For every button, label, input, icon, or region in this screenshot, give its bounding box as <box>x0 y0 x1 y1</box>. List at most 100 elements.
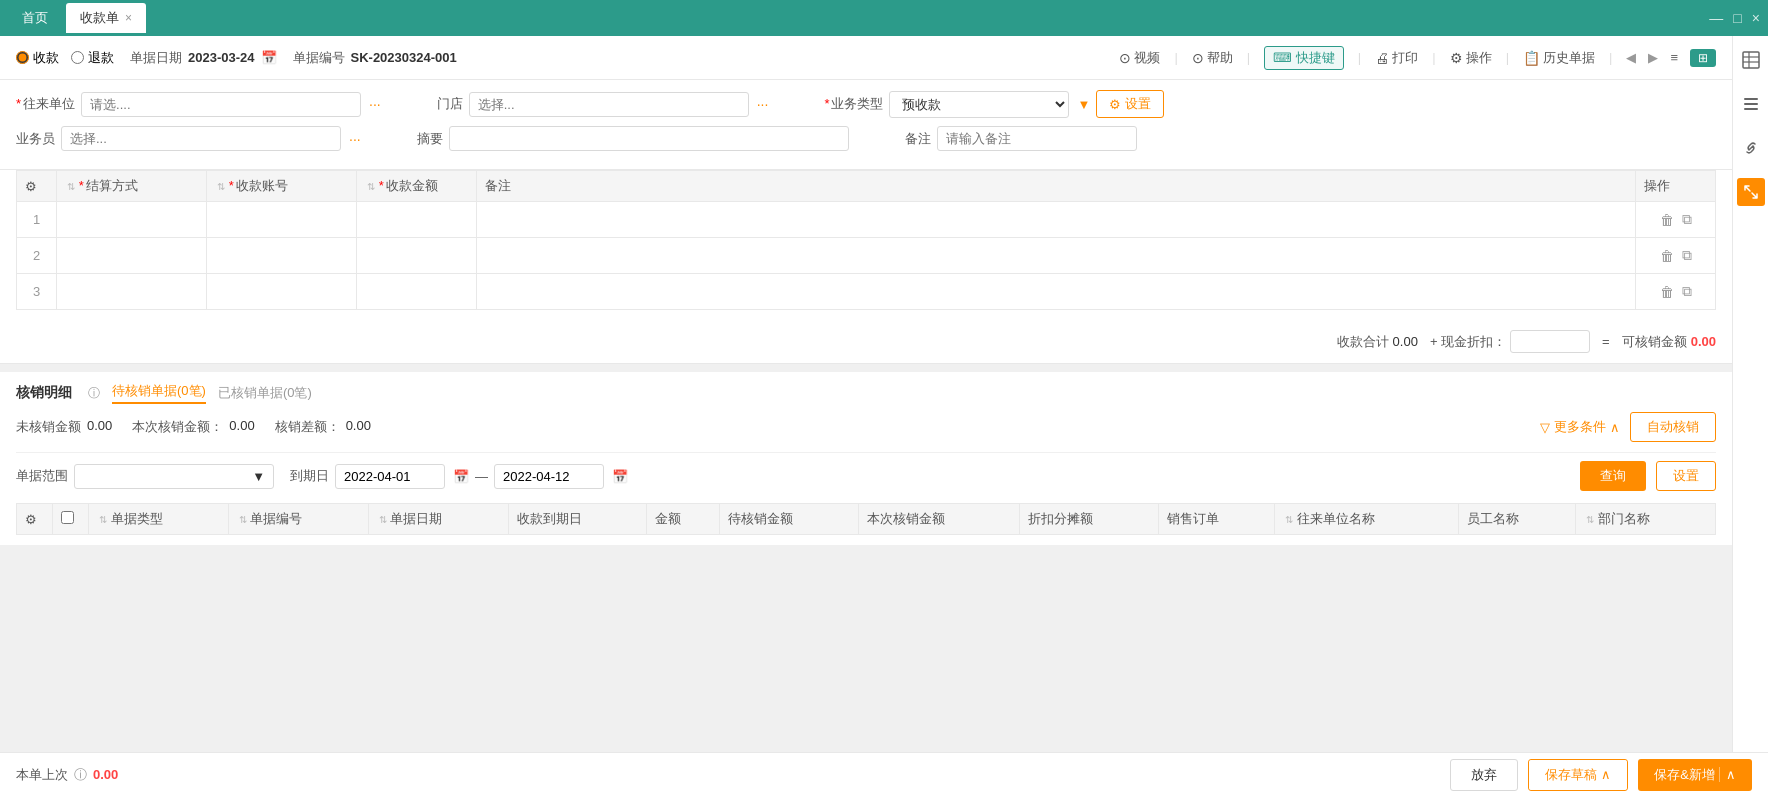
staff-label: 业务员 <box>16 130 55 148</box>
shortcut-btn[interactable]: ⌨ 快捷键 <box>1264 46 1344 70</box>
history-btn[interactable]: 📋 历史单据 <box>1523 49 1595 67</box>
settlement-cell-1[interactable] <box>57 202 207 238</box>
doc-num-field: 单据编号 SK-20230324-001 <box>293 49 457 67</box>
copy-row-2-btn[interactable]: ⧉ <box>1682 247 1692 264</box>
action-col-header: 操作 <box>1636 171 1716 202</box>
remark-label: 摘要 <box>417 130 443 148</box>
row-num-2: 2 <box>17 238 57 274</box>
auto-writeoff-btn[interactable]: 自动核销 <box>1630 412 1716 442</box>
settlement-cell-3[interactable] <box>57 274 207 310</box>
maximize-btn[interactable]: □ <box>1733 10 1741 26</box>
save-new-arrow-icon[interactable]: ∧ <box>1719 767 1736 782</box>
note-cell-1[interactable] <box>477 202 1636 238</box>
amount-cell-2[interactable] <box>357 238 477 274</box>
business-type-select[interactable]: 预收款 <box>889 91 1069 118</box>
menu-icon[interactable]: ≡ <box>1670 50 1678 65</box>
chevron-up-icon: ∧ <box>1610 420 1620 435</box>
settlement-col-header: ⇅ 结算方式 <box>57 171 207 202</box>
date-end-cal-icon[interactable]: 📅 <box>612 469 628 484</box>
done-tab[interactable]: 已核销单据(0笔) <box>218 384 312 402</box>
print-icon: 🖨 <box>1375 50 1389 66</box>
range-dropdown[interactable]: ▼ <box>74 464 274 489</box>
video-btn[interactable]: ⊙ 视频 <box>1119 49 1160 67</box>
wt-settings-header[interactable]: ⚙ <box>17 504 53 535</box>
radio-receive[interactable]: 收款 <box>16 49 59 67</box>
row-num-3: 3 <box>17 274 57 310</box>
note-label: 备注 <box>905 130 931 148</box>
wt-staff-header: 员工名称 <box>1459 504 1576 535</box>
form-settings-btn[interactable]: ⚙ 设置 <box>1096 90 1164 118</box>
sidebar-table-btn[interactable] <box>1737 46 1765 74</box>
this-time-stat: 本次核销金额： 0.00 <box>132 418 254 436</box>
minimize-btn[interactable]: — <box>1709 10 1723 26</box>
tab-receipt[interactable]: 收款单 × <box>66 3 146 33</box>
tab-home[interactable]: 首页 <box>8 3 62 33</box>
amount-cell-3[interactable] <box>357 274 477 310</box>
discount-field: + 现金折扣： <box>1430 330 1590 353</box>
discount-input[interactable] <box>1510 330 1590 353</box>
partner-input[interactable] <box>81 92 361 117</box>
expand-icon[interactable]: ⊞ <box>1690 49 1716 67</box>
note-cell-2[interactable] <box>477 238 1636 274</box>
staff-input[interactable] <box>61 126 341 151</box>
delete-row-3-btn[interactable]: 🗑 <box>1660 283 1674 300</box>
store-input[interactable] <box>469 92 749 117</box>
settlement-cell-2[interactable] <box>57 238 207 274</box>
delete-row-2-btn[interactable]: 🗑 <box>1660 247 1674 264</box>
bottom-bar: 本单上次 ⓘ 0.00 放弃 保存草稿 ∧ 保存&新增 ∧ <box>0 752 1768 796</box>
save-draft-btn[interactable]: 保存草稿 ∧ <box>1529 760 1627 790</box>
copy-row-1-btn[interactable]: ⧉ <box>1682 211 1692 228</box>
account-cell-3[interactable] <box>207 274 357 310</box>
close-window-btn[interactable]: × <box>1752 10 1760 26</box>
svg-rect-5 <box>1744 103 1758 105</box>
prev-next-value: 0.00 <box>93 767 118 782</box>
table-section: ⚙ ⇅ 结算方式 ⇅ 收款账号 ⇅ 收款金额 备注 <box>0 170 1732 320</box>
note-input[interactable] <box>937 126 1137 151</box>
link-icon <box>1742 139 1760 157</box>
nav-prev-icon[interactable]: ◀ <box>1626 50 1636 65</box>
wt-settings-icon[interactable]: ⚙ <box>25 512 37 527</box>
pending-tab[interactable]: 待核销单据(0笔) <box>112 382 206 404</box>
delete-row-1-btn[interactable]: 🗑 <box>1660 211 1674 228</box>
wt-this-time-header: 本次核销金额 <box>858 504 1019 535</box>
store-more-btn[interactable]: ··· <box>757 96 769 112</box>
account-cell-1[interactable] <box>207 202 357 238</box>
wt-checkbox-header[interactable] <box>53 504 89 535</box>
print-btn[interactable]: 🖨 打印 <box>1375 49 1418 67</box>
sidebar-expand-btn[interactable] <box>1737 178 1765 206</box>
date-start-input[interactable] <box>335 464 445 489</box>
select-all-checkbox[interactable] <box>61 511 74 524</box>
table-settings-header[interactable]: ⚙ <box>17 171 57 202</box>
more-conditions-btn[interactable]: ▽ 更多条件 ∧ <box>1540 418 1620 436</box>
date-calendar-icon[interactable]: 📅 <box>261 50 277 65</box>
query-btn[interactable]: 查询 <box>1580 461 1646 491</box>
staff-more-btn[interactable]: ··· <box>349 131 361 147</box>
writeoff-info-icon[interactable]: ⓘ <box>88 385 100 402</box>
writeoff-section: 核销明细 ⓘ 待核销单据(0笔) 已核销单据(0笔) 未核销金额 0.00 本次… <box>0 372 1732 545</box>
tab-bar-left: 首页 收款单 × <box>8 3 146 33</box>
sidebar-list-btn[interactable] <box>1737 90 1765 118</box>
discard-btn[interactable]: 放弃 <box>1450 759 1518 791</box>
table-settings-icon[interactable]: ⚙ <box>25 179 37 194</box>
note-cell-3[interactable] <box>477 274 1636 310</box>
amount-cell-1[interactable] <box>357 202 477 238</box>
table-icon <box>1742 51 1760 69</box>
partner-more-btn[interactable]: ··· <box>369 96 381 112</box>
account-cell-2[interactable] <box>207 238 357 274</box>
writeoff-settings-btn[interactable]: 设置 <box>1656 461 1716 491</box>
date-end-input[interactable] <box>494 464 604 489</box>
writeoff-stats: 未核销金额 0.00 本次核销金额： 0.00 核销差额： 0.00 ▽ 更多条… <box>16 412 1716 442</box>
business-type-arrow-icon[interactable]: ▼ <box>1077 97 1090 112</box>
radio-refund[interactable]: 退款 <box>71 49 114 67</box>
tab-close-icon[interactable]: × <box>125 11 132 25</box>
save-new-btn[interactable]: 保存&新增 ∧ <box>1638 759 1752 791</box>
copy-row-3-btn[interactable]: ⧉ <box>1682 283 1692 300</box>
filter-row: 单据范围 ▼ 到期日 📅 — 📅 查询 设置 <box>16 452 1716 499</box>
operation-btn[interactable]: ⚙ 操作 <box>1450 49 1492 67</box>
nav-next-icon[interactable]: ▶ <box>1648 50 1658 65</box>
sidebar-link-btn[interactable] <box>1737 134 1765 162</box>
remark-input[interactable] <box>449 126 849 151</box>
date-start-cal-icon[interactable]: 📅 <box>453 469 469 484</box>
help-btn[interactable]: ⊙ 帮助 <box>1192 49 1233 67</box>
range-dropdown-icon: ▼ <box>252 469 265 484</box>
